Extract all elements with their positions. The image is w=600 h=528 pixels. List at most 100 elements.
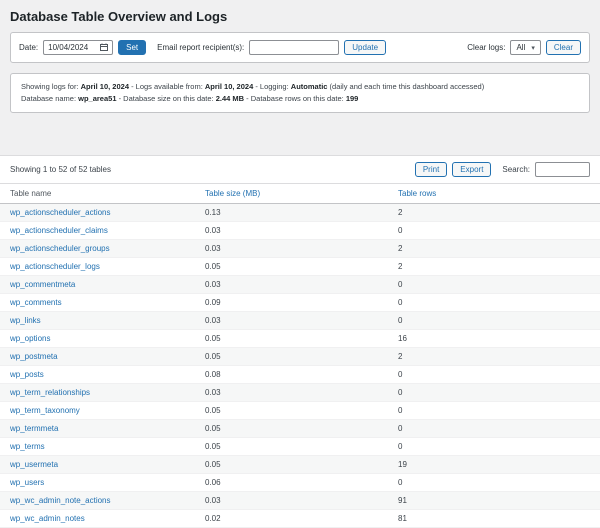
- page-title: Database Table Overview and Logs: [10, 9, 228, 24]
- table-row: wp_posts 0.08 0: [0, 365, 600, 384]
- tables-table: Table name Table size (MB) Table rows wp…: [0, 183, 600, 528]
- clear-logs-value: All: [516, 43, 526, 52]
- cell-table-name: wp_term_taxonomy: [0, 401, 205, 420]
- search-input[interactable]: [535, 162, 590, 177]
- info-text: - Logging:: [253, 82, 291, 91]
- table-row: wp_wc_admin_note_actions 0.03 91: [0, 491, 600, 510]
- cell-table-size: 0.05: [205, 419, 398, 438]
- cell-table-size: 0.09: [205, 293, 398, 312]
- table-section: Showing 1 to 52 of 52 tables Print Expor…: [0, 155, 600, 528]
- table-name-link[interactable]: wp_wc_admin_notes: [10, 514, 85, 523]
- cell-table-size: 0.03: [205, 239, 398, 258]
- cell-table-rows: 2: [398, 239, 600, 258]
- set-button[interactable]: Set: [118, 40, 147, 55]
- table-name-link[interactable]: wp_commentmeta: [10, 280, 75, 289]
- toolbar-right: Print Export Search:: [414, 162, 590, 177]
- table-name-link[interactable]: wp_usermeta: [10, 460, 58, 469]
- info-text: (daily and each time this dashboard acce…: [327, 82, 485, 91]
- cell-table-name: wp_posts: [0, 365, 205, 384]
- cell-table-name: wp_actionscheduler_actions: [0, 203, 205, 222]
- table-row: wp_terms 0.05 0: [0, 437, 600, 456]
- cell-table-rows: 2: [398, 347, 600, 366]
- cell-table-name: wp_actionscheduler_claims: [0, 221, 205, 240]
- cell-table-size: 0.02: [205, 509, 398, 528]
- table-name-link[interactable]: wp_postmeta: [10, 352, 58, 361]
- cell-table-rows: 2: [398, 257, 600, 276]
- cell-table-rows: 91: [398, 491, 600, 510]
- table-name-link[interactable]: wp_actionscheduler_actions: [10, 208, 111, 217]
- column-header-table-size[interactable]: Table size (MB): [205, 183, 398, 204]
- cell-table-rows: 16: [398, 329, 600, 348]
- table-row: wp_actionscheduler_claims 0.03 0: [0, 221, 600, 240]
- column-header-table-name[interactable]: Table name: [0, 183, 205, 204]
- table-name-link[interactable]: wp_links: [10, 316, 41, 325]
- table-row: wp_comments 0.09 0: [0, 293, 600, 312]
- info-text: - Database rows on this date:: [244, 94, 346, 103]
- cell-table-size: 0.06: [205, 473, 398, 492]
- clear-logs-select[interactable]: All ▾: [510, 40, 541, 55]
- cell-table-name: wp_wc_admin_notes: [0, 509, 205, 528]
- email-label: Email report recipient(s):: [157, 43, 245, 52]
- table-row: wp_links 0.03 0: [0, 311, 600, 330]
- chevron-down-icon: ▾: [531, 44, 535, 52]
- date-input[interactable]: 10/04/2024: [43, 40, 114, 55]
- info-value: Automatic: [290, 82, 328, 91]
- column-header-table-rows[interactable]: Table rows: [398, 183, 600, 204]
- info-text: Showing logs for:: [21, 82, 81, 91]
- table-row: wp_users 0.06 0: [0, 473, 600, 492]
- table-name-link[interactable]: wp_actionscheduler_groups: [10, 244, 110, 253]
- print-button[interactable]: Print: [414, 162, 448, 177]
- table-row: wp_options 0.05 16: [0, 329, 600, 348]
- cell-table-size: 0.03: [205, 491, 398, 510]
- info-value: 199: [345, 94, 359, 103]
- cell-table-name: wp_termmeta: [0, 419, 205, 438]
- cell-table-rows: 0: [398, 419, 600, 438]
- table-name-link[interactable]: wp_termmeta: [10, 424, 58, 433]
- table-row: wp_actionscheduler_logs 0.05 2: [0, 257, 600, 276]
- cell-table-rows: 0: [398, 473, 600, 492]
- table-name-link[interactable]: wp_options: [10, 334, 50, 343]
- calendar-icon[interactable]: [100, 43, 109, 53]
- table-row: wp_wc_admin_notes 0.02 81: [0, 509, 600, 528]
- info-line-logs: Showing logs for: April 10, 2024 - Logs …: [21, 81, 579, 93]
- cell-table-rows: 0: [398, 437, 600, 456]
- cell-table-size: 0.05: [205, 257, 398, 276]
- info-value: wp_area51: [78, 94, 117, 103]
- table-row: wp_actionscheduler_actions 0.13 2: [0, 203, 600, 222]
- info-text: - Database size on this date:: [116, 94, 216, 103]
- update-button[interactable]: Update: [344, 40, 387, 55]
- table-name-link[interactable]: wp_actionscheduler_claims: [10, 226, 108, 235]
- cell-table-rows: 0: [398, 221, 600, 240]
- cell-table-name: wp_commentmeta: [0, 275, 205, 294]
- cell-table-name: wp_users: [0, 473, 205, 492]
- cell-table-rows: 0: [398, 275, 600, 294]
- info-value: 2.44 MB: [215, 94, 245, 103]
- table-name-link[interactable]: wp_users: [10, 478, 44, 487]
- cell-table-name: wp_actionscheduler_logs: [0, 257, 205, 276]
- info-text: Database name:: [21, 94, 79, 103]
- table-row: wp_actionscheduler_groups 0.03 2: [0, 239, 600, 258]
- cell-table-name: wp_usermeta: [0, 455, 205, 474]
- info-value: April 10, 2024: [204, 82, 254, 91]
- table-name-link[interactable]: wp_actionscheduler_logs: [10, 262, 100, 271]
- date-value: 10/04/2024: [48, 43, 89, 52]
- clear-button[interactable]: Clear: [545, 40, 581, 55]
- cell-table-name: wp_comments: [0, 293, 205, 312]
- cell-table-size: 0.03: [205, 311, 398, 330]
- table-name-link[interactable]: wp_term_relationships: [10, 388, 90, 397]
- controls-panel: Date: 10/04/2024 Set Email report recipi…: [10, 32, 590, 63]
- table-row: wp_termmeta 0.05 0: [0, 419, 600, 438]
- table-name-link[interactable]: wp_term_taxonomy: [10, 406, 80, 415]
- email-input[interactable]: [249, 40, 340, 55]
- cell-table-name: wp_terms: [0, 437, 205, 456]
- cell-table-size: 0.03: [205, 383, 398, 402]
- table-name-link[interactable]: wp_wc_admin_note_actions: [10, 496, 111, 505]
- cell-table-size: 0.05: [205, 437, 398, 456]
- info-text: - Logs available from:: [129, 82, 205, 91]
- cell-table-rows: 2: [398, 203, 600, 222]
- cell-table-size: 0.05: [205, 347, 398, 366]
- export-button[interactable]: Export: [452, 162, 492, 177]
- table-name-link[interactable]: wp_comments: [10, 298, 62, 307]
- table-name-link[interactable]: wp_posts: [10, 370, 44, 379]
- cell-table-rows: 81: [398, 509, 600, 528]
